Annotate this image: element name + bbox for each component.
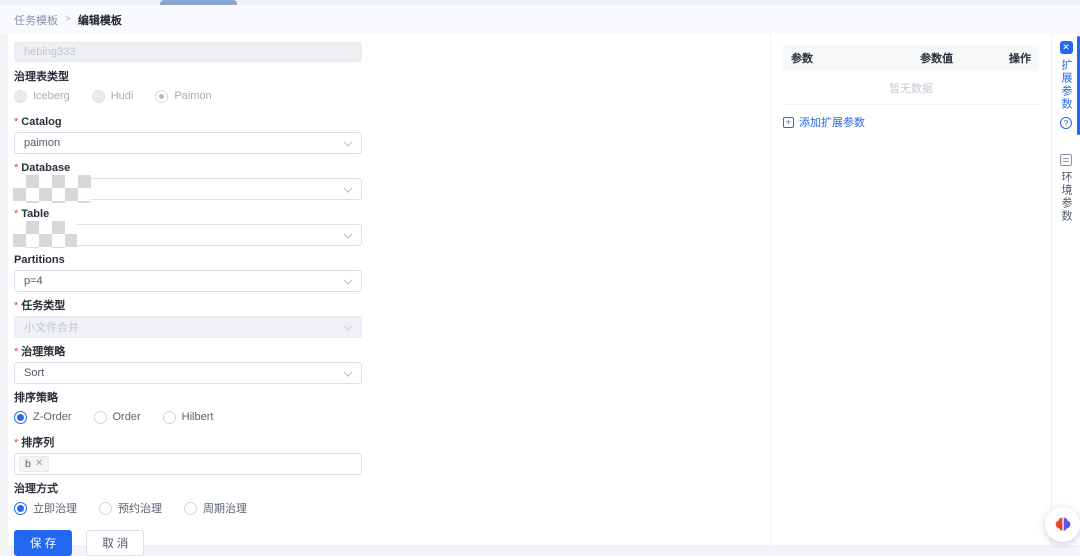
radio-label: Hudi bbox=[111, 90, 134, 102]
partitions-label: Partitions bbox=[14, 254, 65, 266]
radio-periodic[interactable]: 周期治理 bbox=[184, 500, 247, 516]
side-tab-strip: ✕ 扩展参数 ? 环境参数 bbox=[1052, 34, 1080, 545]
chevron-down-icon bbox=[343, 141, 353, 147]
partitions-value: p=4 bbox=[24, 275, 43, 287]
required-asterisk: * bbox=[14, 162, 18, 174]
catalog-label: Catalog bbox=[21, 116, 61, 128]
radio-hudi[interactable]: Hudi bbox=[92, 90, 134, 103]
breadcrumb-separator: > bbox=[65, 14, 71, 25]
breadcrumb-current: 编辑模板 bbox=[78, 12, 122, 28]
radio-hilbert[interactable]: Hilbert bbox=[163, 411, 214, 424]
sort-columns-input[interactable]: b ✕ bbox=[14, 453, 362, 475]
chevron-down-icon bbox=[343, 279, 353, 285]
add-param-label: 添加扩展参数 bbox=[799, 114, 865, 130]
radio-icon bbox=[92, 90, 105, 103]
radio-icon bbox=[94, 411, 107, 424]
radio-order[interactable]: Order bbox=[94, 411, 141, 424]
radio-label: Paimon bbox=[174, 90, 211, 102]
partitions-select[interactable]: p=4 bbox=[14, 270, 362, 292]
database-select[interactable] bbox=[14, 178, 362, 200]
table-type-label: 治理表类型 bbox=[14, 71, 770, 83]
task-type-value: 小文件合并 bbox=[24, 319, 79, 335]
tag-label: b bbox=[25, 458, 31, 470]
tab-environment-label: 环境参数 bbox=[1058, 171, 1074, 223]
save-button[interactable]: 保 存 bbox=[14, 530, 72, 556]
tab-environment-params[interactable]: 环境参数 bbox=[1052, 147, 1080, 231]
radio-icon bbox=[14, 90, 27, 103]
chevron-down-icon bbox=[343, 325, 353, 331]
strategy-select[interactable]: Sort bbox=[14, 362, 362, 384]
radio-z-order[interactable]: Z-Order bbox=[14, 411, 72, 424]
params-empty-state: 暂无数据 bbox=[783, 71, 1039, 105]
extended-params-panel: 参数 参数值 操作 暂无数据 + 添加扩展参数 bbox=[772, 34, 1052, 545]
template-name-input: hebing333 bbox=[14, 42, 362, 62]
radio-label: Hilbert bbox=[182, 411, 214, 423]
radio-icon bbox=[184, 502, 197, 515]
tag-close-icon[interactable]: ✕ bbox=[35, 459, 43, 469]
redaction-mosaic bbox=[13, 175, 91, 203]
catalog-select[interactable]: paimon bbox=[14, 132, 362, 154]
radio-label: 立即治理 bbox=[33, 500, 77, 516]
radio-icon bbox=[163, 411, 176, 424]
radio-label: Iceberg bbox=[33, 90, 70, 102]
brain-icon bbox=[1053, 515, 1073, 535]
radio-immediate[interactable]: 立即治理 bbox=[14, 500, 77, 516]
ai-assistant-button[interactable] bbox=[1045, 507, 1080, 542]
required-asterisk: * bbox=[14, 116, 18, 128]
strategy-value: Sort bbox=[24, 367, 44, 379]
tab-extended-params[interactable]: ✕ 扩展参数 ? bbox=[1052, 34, 1080, 137]
question-icon[interactable]: ? bbox=[1060, 117, 1072, 129]
radio-label: Order bbox=[113, 411, 141, 423]
sort-column-tag: b ✕ bbox=[19, 456, 49, 472]
radio-paimon[interactable]: Paimon bbox=[155, 90, 211, 103]
col-operation: 操作 bbox=[988, 50, 1039, 66]
chevron-down-icon bbox=[343, 187, 353, 193]
catalog-value: paimon bbox=[24, 137, 60, 149]
required-asterisk: * bbox=[14, 300, 18, 312]
radio-label: 预约治理 bbox=[118, 500, 162, 516]
radio-icon bbox=[99, 502, 112, 515]
task-type-label: 任务类型 bbox=[21, 300, 65, 312]
governance-mode-radio-group: 立即治理 预约治理 周期治理 bbox=[14, 499, 770, 517]
breadcrumb: 任务模板 > 编辑模板 bbox=[0, 5, 1080, 34]
cancel-button[interactable]: 取 消 bbox=[86, 530, 144, 556]
radio-iceberg[interactable]: Iceberg bbox=[14, 90, 70, 103]
table-label: Table bbox=[21, 208, 49, 220]
close-icon[interactable]: ✕ bbox=[1060, 41, 1073, 54]
table-select[interactable] bbox=[14, 224, 362, 246]
radio-icon bbox=[155, 90, 168, 103]
radio-label: 周期治理 bbox=[203, 500, 247, 516]
tab-extended-label: 扩展参数 bbox=[1058, 59, 1074, 111]
redaction-mosaic bbox=[13, 221, 77, 248]
required-asterisk: * bbox=[14, 208, 18, 220]
task-type-select: 小文件合并 bbox=[14, 316, 362, 338]
chevron-down-icon bbox=[343, 233, 353, 239]
strategy-label: 治理策略 bbox=[21, 346, 65, 358]
governance-mode-label: 治理方式 bbox=[14, 483, 770, 495]
radio-icon bbox=[14, 411, 27, 424]
breadcrumb-parent[interactable]: 任务模板 bbox=[14, 12, 58, 28]
required-asterisk: * bbox=[14, 437, 18, 449]
database-label: Database bbox=[21, 162, 70, 174]
col-param: 参数 bbox=[783, 50, 885, 66]
template-form: hebing333 治理表类型 Iceberg Hudi Paimon * bbox=[8, 34, 771, 545]
add-extended-param-button[interactable]: + 添加扩展参数 bbox=[783, 114, 865, 130]
plus-square-icon: + bbox=[783, 117, 794, 128]
radio-label: Z-Order bbox=[33, 411, 72, 423]
params-table-header: 参数 参数值 操作 bbox=[783, 45, 1039, 71]
sort-columns-label: 排序列 bbox=[21, 437, 54, 449]
edit-template-card: hebing333 治理表类型 Iceberg Hudi Paimon * bbox=[8, 34, 1080, 545]
sort-strategy-label: 排序策略 bbox=[14, 392, 770, 404]
required-asterisk: * bbox=[14, 346, 18, 358]
radio-icon bbox=[14, 502, 27, 515]
document-icon bbox=[1060, 154, 1072, 166]
sort-strategy-radio-group: Z-Order Order Hilbert bbox=[14, 408, 770, 426]
col-param-value: 参数值 bbox=[885, 50, 987, 66]
radio-scheduled[interactable]: 预约治理 bbox=[99, 500, 162, 516]
chevron-down-icon bbox=[343, 371, 353, 377]
table-type-radio-group: Iceberg Hudi Paimon bbox=[14, 87, 770, 105]
